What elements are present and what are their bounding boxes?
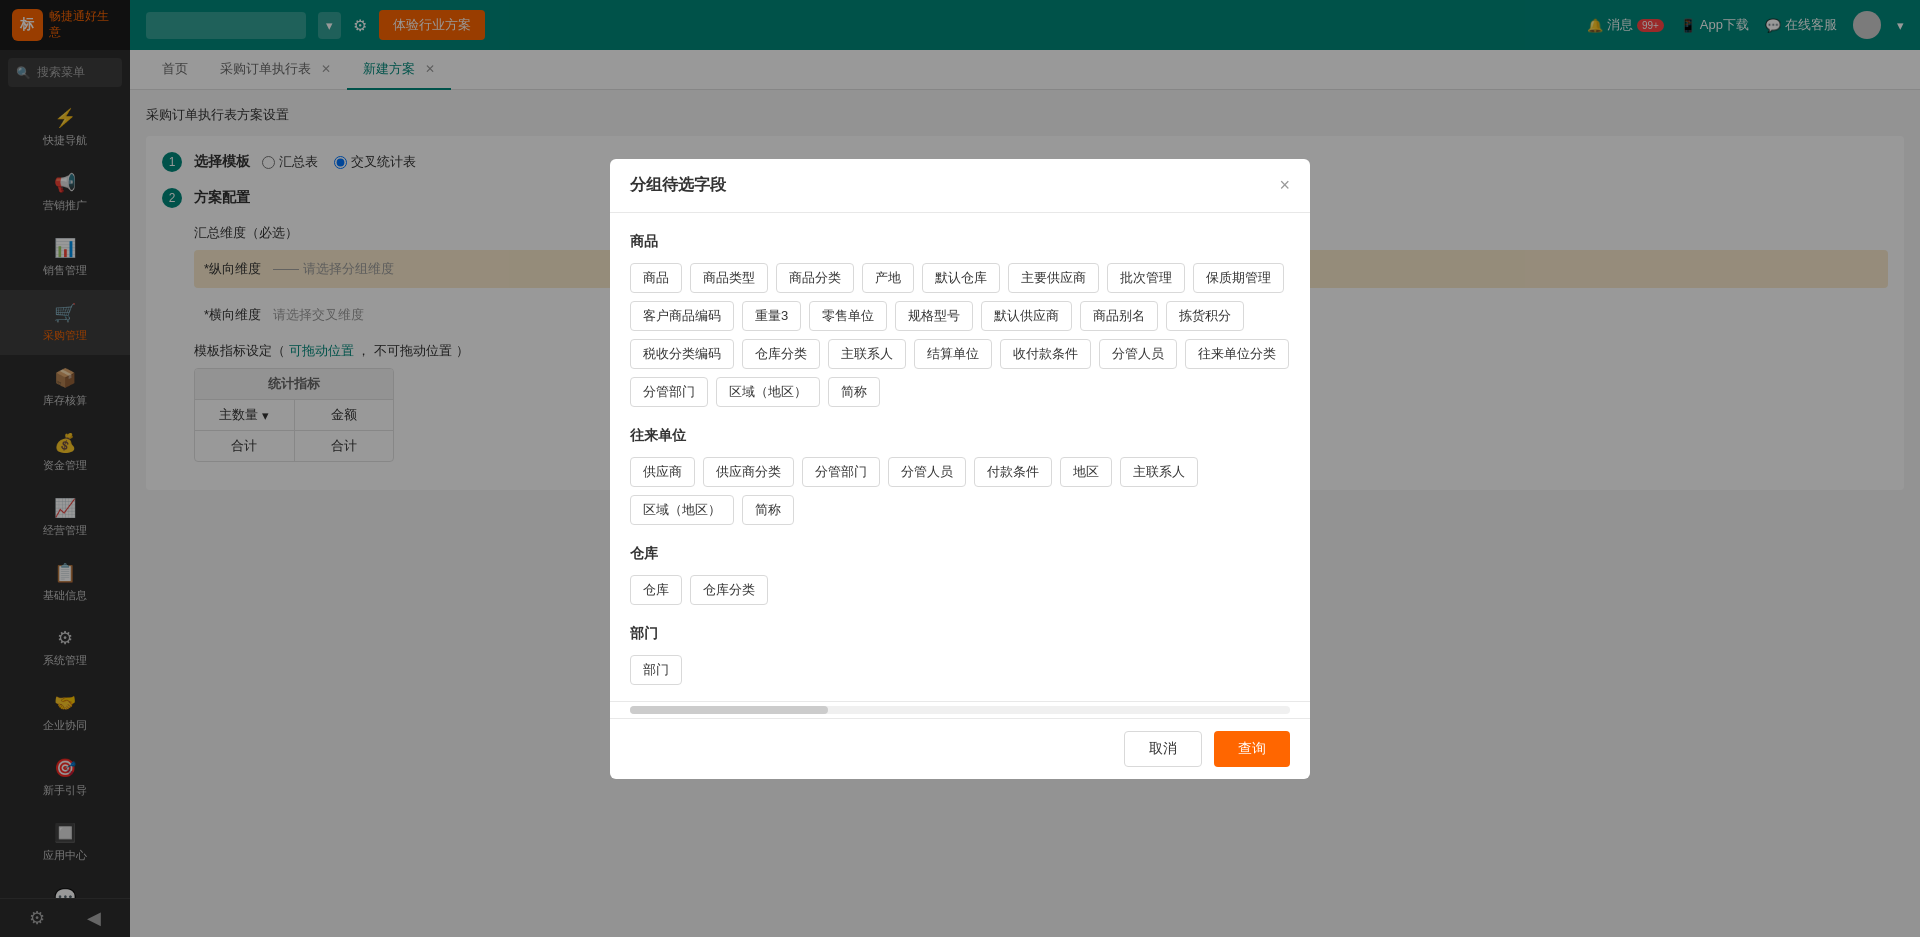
section-transaction: 往来单位 供应商 供应商分类 分管部门 分管人员 付款条件 地区 主联系人 区域… [630, 427, 1290, 525]
confirm-button[interactable]: 查询 [1214, 731, 1290, 767]
transaction-chips: 供应商 供应商分类 分管部门 分管人员 付款条件 地区 主联系人 区域（地区） … [630, 457, 1290, 525]
chip-mgmt-person[interactable]: 分管人员 [888, 457, 966, 487]
section-product-title: 商品 [630, 233, 1290, 251]
cancel-button[interactable]: 取消 [1124, 731, 1202, 767]
chip-short-name[interactable]: 简称 [828, 377, 880, 407]
section-department: 部门 部门 [630, 625, 1290, 685]
chip-retail-unit[interactable]: 零售单位 [809, 301, 887, 331]
chip-product[interactable]: 商品 [630, 263, 682, 293]
chip-product-alias[interactable]: 商品别名 [1080, 301, 1158, 331]
chip-main-contact[interactable]: 主联系人 [828, 339, 906, 369]
chip-payment-terms[interactable]: 收付款条件 [1000, 339, 1091, 369]
chip-supplier[interactable]: 供应商 [630, 457, 695, 487]
chip-dept[interactable]: 分管部门 [630, 377, 708, 407]
section-department-title: 部门 [630, 625, 1290, 643]
chip-mgmt-dept[interactable]: 分管部门 [802, 457, 880, 487]
chip-department[interactable]: 部门 [630, 655, 682, 685]
chip-product-type[interactable]: 商品类型 [690, 263, 768, 293]
chip-warehouse-category[interactable]: 仓库分类 [690, 575, 768, 605]
field-select-modal: 分组待选字段 × 商品 商品 商品类型 商品分类 产地 默认仓库 主要供应商 批… [610, 159, 1310, 779]
modal-overlay: 分组待选字段 × 商品 商品 商品类型 商品分类 产地 默认仓库 主要供应商 批… [0, 0, 1920, 937]
chip-region[interactable]: 区域（地区） [716, 377, 820, 407]
chip-customer-code[interactable]: 客户商品编码 [630, 301, 734, 331]
modal-hscroll [610, 701, 1310, 718]
chip-short-name2[interactable]: 简称 [742, 495, 794, 525]
modal-body: 商品 商品 商品类型 商品分类 产地 默认仓库 主要供应商 批次管理 保质期管理… [610, 213, 1310, 701]
chip-payment-cond[interactable]: 付款条件 [974, 457, 1052, 487]
chip-pick-points[interactable]: 拣货积分 [1166, 301, 1244, 331]
modal-header: 分组待选字段 × [610, 159, 1310, 213]
section-warehouse-title: 仓库 [630, 545, 1290, 563]
chip-tax-code[interactable]: 税收分类编码 [630, 339, 734, 369]
hscroll-thumb[interactable] [630, 706, 828, 714]
department-chips: 部门 [630, 655, 1290, 685]
modal-footer: 取消 查询 [610, 718, 1310, 779]
chip-default-warehouse[interactable]: 默认仓库 [922, 263, 1000, 293]
hscroll-track[interactable] [630, 706, 1290, 714]
chip-region2[interactable]: 区域（地区） [630, 495, 734, 525]
chip-weight3[interactable]: 重量3 [742, 301, 801, 331]
warehouse-chips: 仓库 仓库分类 [630, 575, 1290, 605]
chip-shelf-life[interactable]: 保质期管理 [1193, 263, 1284, 293]
chip-origin[interactable]: 产地 [862, 263, 914, 293]
section-product: 商品 商品 商品类型 商品分类 产地 默认仓库 主要供应商 批次管理 保质期管理… [630, 233, 1290, 407]
modal-close-button[interactable]: × [1279, 175, 1290, 196]
chip-warehouse-cat[interactable]: 仓库分类 [742, 339, 820, 369]
chip-batch-mgmt[interactable]: 批次管理 [1107, 263, 1185, 293]
chip-area[interactable]: 地区 [1060, 457, 1112, 487]
chip-transaction-cat[interactable]: 往来单位分类 [1185, 339, 1289, 369]
chip-main-contact2[interactable]: 主联系人 [1120, 457, 1198, 487]
chip-supplier-cat[interactable]: 供应商分类 [703, 457, 794, 487]
modal-title: 分组待选字段 [630, 175, 726, 196]
chip-product-category[interactable]: 商品分类 [776, 263, 854, 293]
chip-settlement-unit[interactable]: 结算单位 [914, 339, 992, 369]
chip-spec-model[interactable]: 规格型号 [895, 301, 973, 331]
product-chips: 商品 商品类型 商品分类 产地 默认仓库 主要供应商 批次管理 保质期管理 客户… [630, 263, 1290, 407]
section-transaction-title: 往来单位 [630, 427, 1290, 445]
chip-default-supplier[interactable]: 默认供应商 [981, 301, 1072, 331]
section-warehouse: 仓库 仓库 仓库分类 [630, 545, 1290, 605]
chip-main-supplier[interactable]: 主要供应商 [1008, 263, 1099, 293]
chip-warehouse[interactable]: 仓库 [630, 575, 682, 605]
chip-supervisor[interactable]: 分管人员 [1099, 339, 1177, 369]
